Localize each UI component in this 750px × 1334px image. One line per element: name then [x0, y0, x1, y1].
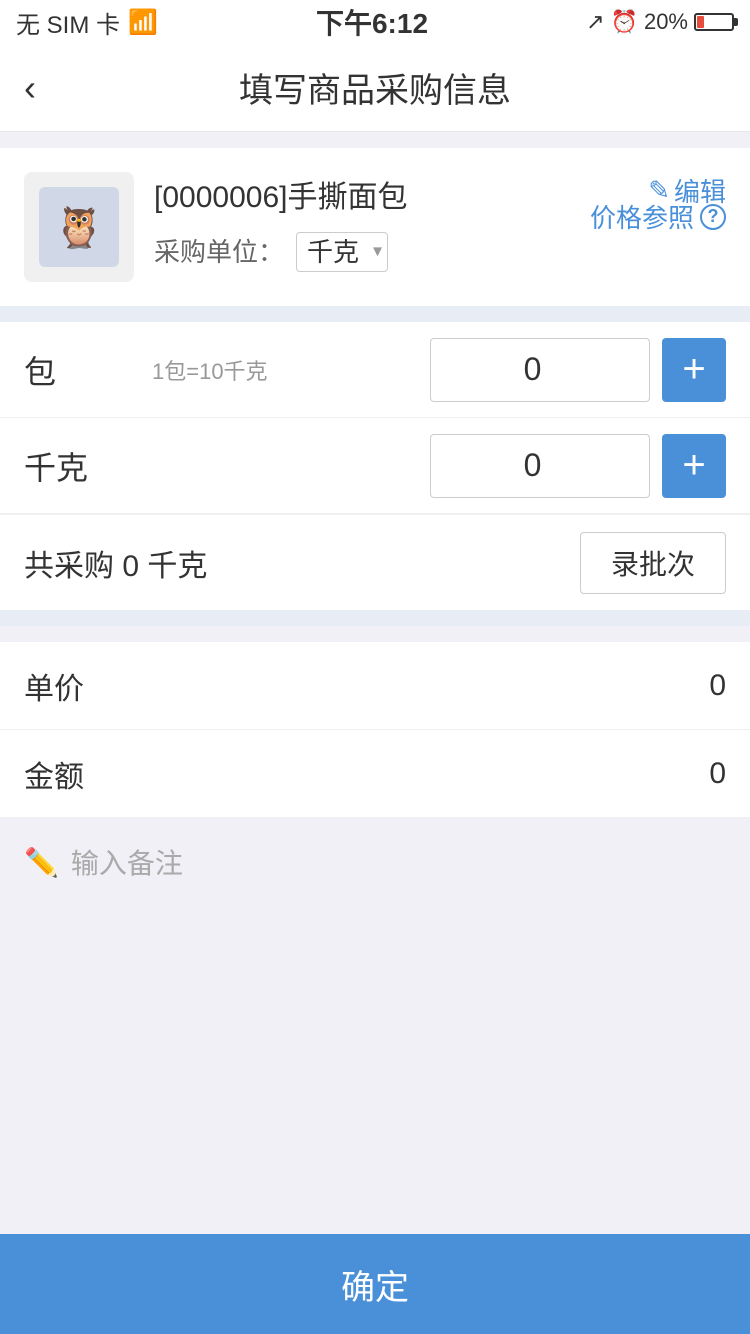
form-section: 包 1包=10千克 + 千克 + 共采购 0 千克 录批次: [0, 322, 750, 610]
battery-label: 20%: [644, 9, 688, 35]
product-meta: 采购单位： 千克: [154, 232, 726, 269]
form-row-kg: 千克 +: [0, 418, 750, 514]
note-section: ✏️ 输入备注: [0, 818, 750, 1118]
form-label-bag: 包: [24, 347, 144, 393]
product-logo-icon: 🦉: [54, 204, 104, 251]
info-section: 单价 0 金额 0: [0, 642, 750, 818]
status-bar: 无 SIM 卡 📶 下午6:12 ↗ ⏰ 20%: [0, 0, 750, 44]
price-label: 单价: [24, 664, 84, 708]
info-row-amount: 金额 0: [0, 730, 750, 818]
section-divider-2: [0, 610, 750, 626]
form-sublabel-bag: 1包=10千克: [152, 354, 268, 386]
status-time: 下午6:12: [316, 2, 428, 42]
price-ref-label: 价格参照: [590, 198, 694, 235]
amount-label: 金额: [24, 752, 84, 796]
unit-label: 采购单位：: [154, 232, 284, 269]
bottom-space: [0, 1118, 750, 1218]
amount-value: 0: [709, 757, 726, 791]
status-left: 无 SIM 卡 📶: [16, 5, 158, 40]
product-card: 🦉 [0000006]手撕面包 采购单位： 千克 ✎ 编辑 价格参照 ?: [0, 148, 750, 306]
kg-input[interactable]: [430, 434, 650, 498]
no-sim-label: 无 SIM 卡: [16, 5, 120, 40]
form-input-area-kg: +: [144, 434, 726, 498]
nav-bar: ‹ 填写商品采购信息: [0, 44, 750, 132]
status-right: ↗ ⏰ 20%: [586, 9, 734, 35]
section-divider-1: [0, 306, 750, 322]
note-placeholder: 输入备注: [71, 842, 183, 882]
pencil-icon: ✏️: [24, 846, 59, 879]
unit-select-wrapper[interactable]: 千克: [296, 232, 388, 269]
form-row-bag: 包 1包=10千克 +: [0, 322, 750, 418]
summary-row: 共采购 0 千克 录批次: [0, 514, 750, 610]
form-label-kg: 千克: [24, 443, 144, 489]
summary-text: 共采购 0 千克: [24, 541, 207, 585]
back-button[interactable]: ‹: [24, 67, 36, 109]
wifi-icon: 📶: [128, 8, 158, 37]
unit-select[interactable]: 千克: [296, 232, 388, 272]
batch-button[interactable]: 录批次: [580, 532, 726, 594]
confirm-button[interactable]: 确定: [0, 1234, 750, 1334]
location-icon: ↗: [586, 9, 604, 35]
help-icon[interactable]: ?: [700, 204, 726, 230]
note-row[interactable]: ✏️ 输入备注: [24, 842, 726, 882]
product-image: 🦉: [24, 172, 134, 282]
bag-input[interactable]: [430, 338, 650, 402]
alarm-icon: ⏰: [611, 9, 638, 35]
kg-plus-button[interactable]: +: [662, 434, 726, 498]
battery-icon: [694, 13, 734, 31]
info-row-price: 单价 0: [0, 642, 750, 730]
page-title: 填写商品采购信息: [239, 63, 511, 112]
price-ref-button[interactable]: 价格参照 ?: [590, 198, 726, 235]
bag-plus-button[interactable]: +: [662, 338, 726, 402]
confirm-label: 确定: [341, 1260, 409, 1309]
price-value: 0: [709, 669, 726, 703]
form-input-area-bag: +: [268, 338, 726, 402]
